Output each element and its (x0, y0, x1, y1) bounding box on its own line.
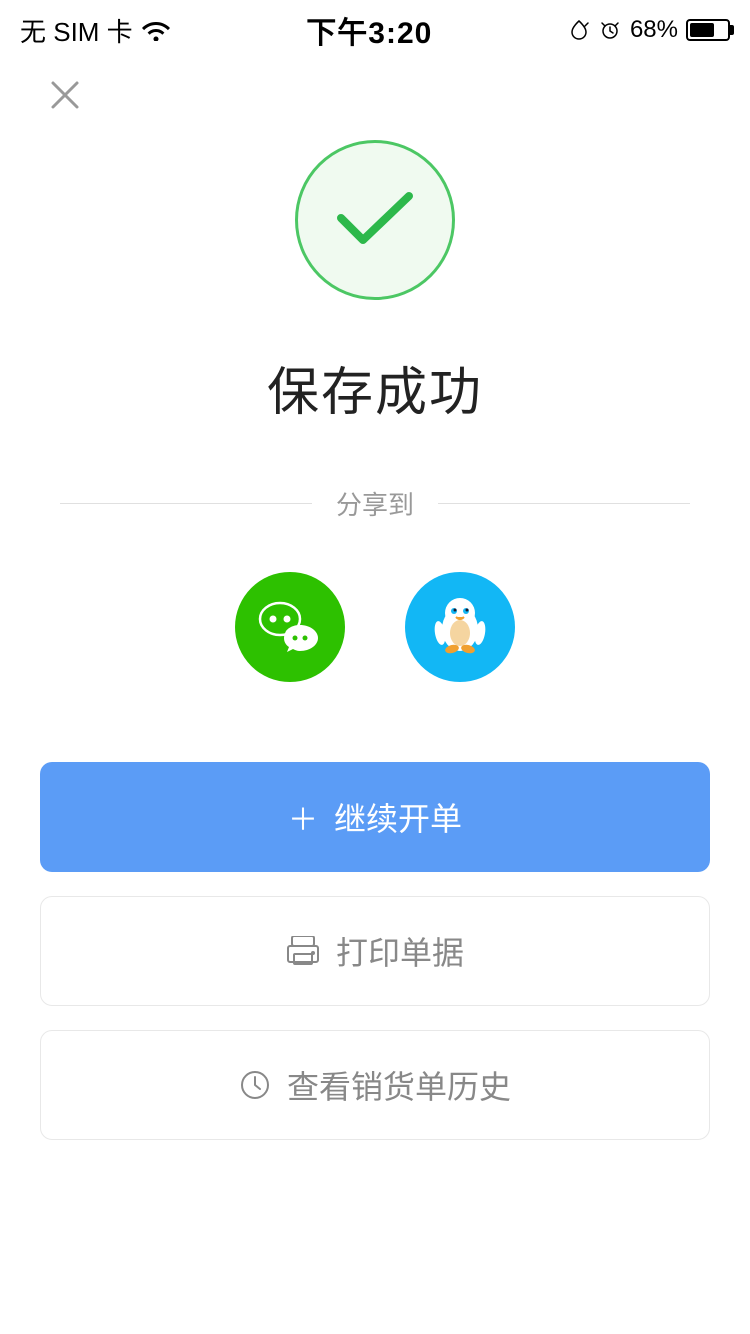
qq-share-button[interactable] (405, 572, 515, 682)
status-time: 下午3:20 (306, 8, 432, 52)
share-divider: 分享到 (0, 485, 750, 522)
continue-button[interactable]: ＋ 继续开单 (40, 762, 710, 872)
clock-icon (239, 1069, 271, 1101)
continue-label: 继续开单 (334, 794, 462, 840)
action-buttons: ＋ 继续开单 打印单据 查看销货单历史 (0, 762, 750, 1140)
print-button[interactable]: 打印单据 (40, 896, 710, 1006)
status-bar: 无 SIM 卡 下午3:20 68% (0, 0, 750, 60)
history-button[interactable]: 查看销货单历史 (40, 1030, 710, 1140)
success-icon-circle (295, 140, 455, 300)
print-icon (286, 936, 320, 966)
divider-line-right (438, 503, 690, 504)
wifi-icon (141, 19, 171, 41)
wechat-icon (256, 597, 324, 657)
qq-icon (426, 593, 494, 661)
battery-percent: 68% (630, 16, 678, 44)
location-icon (568, 19, 590, 41)
share-label: 分享到 (312, 485, 438, 522)
main-content: 保存成功 分享到 (0, 60, 750, 1140)
share-icons-row (235, 572, 515, 682)
divider-line-left (60, 503, 312, 504)
alarm-icon (598, 18, 622, 42)
wechat-share-button[interactable] (235, 572, 345, 682)
history-label: 查看销货单历史 (287, 1062, 511, 1108)
print-label: 打印单据 (336, 928, 464, 974)
success-title: 保存成功 (267, 350, 483, 425)
plus-icon: ＋ (288, 795, 318, 839)
carrier-text: 无 SIM 卡 (20, 12, 133, 49)
checkmark-icon (335, 190, 415, 250)
status-left: 无 SIM 卡 (20, 12, 171, 49)
close-button[interactable] (40, 70, 90, 120)
battery-indicator (686, 19, 730, 41)
status-right: 68% (568, 16, 730, 44)
